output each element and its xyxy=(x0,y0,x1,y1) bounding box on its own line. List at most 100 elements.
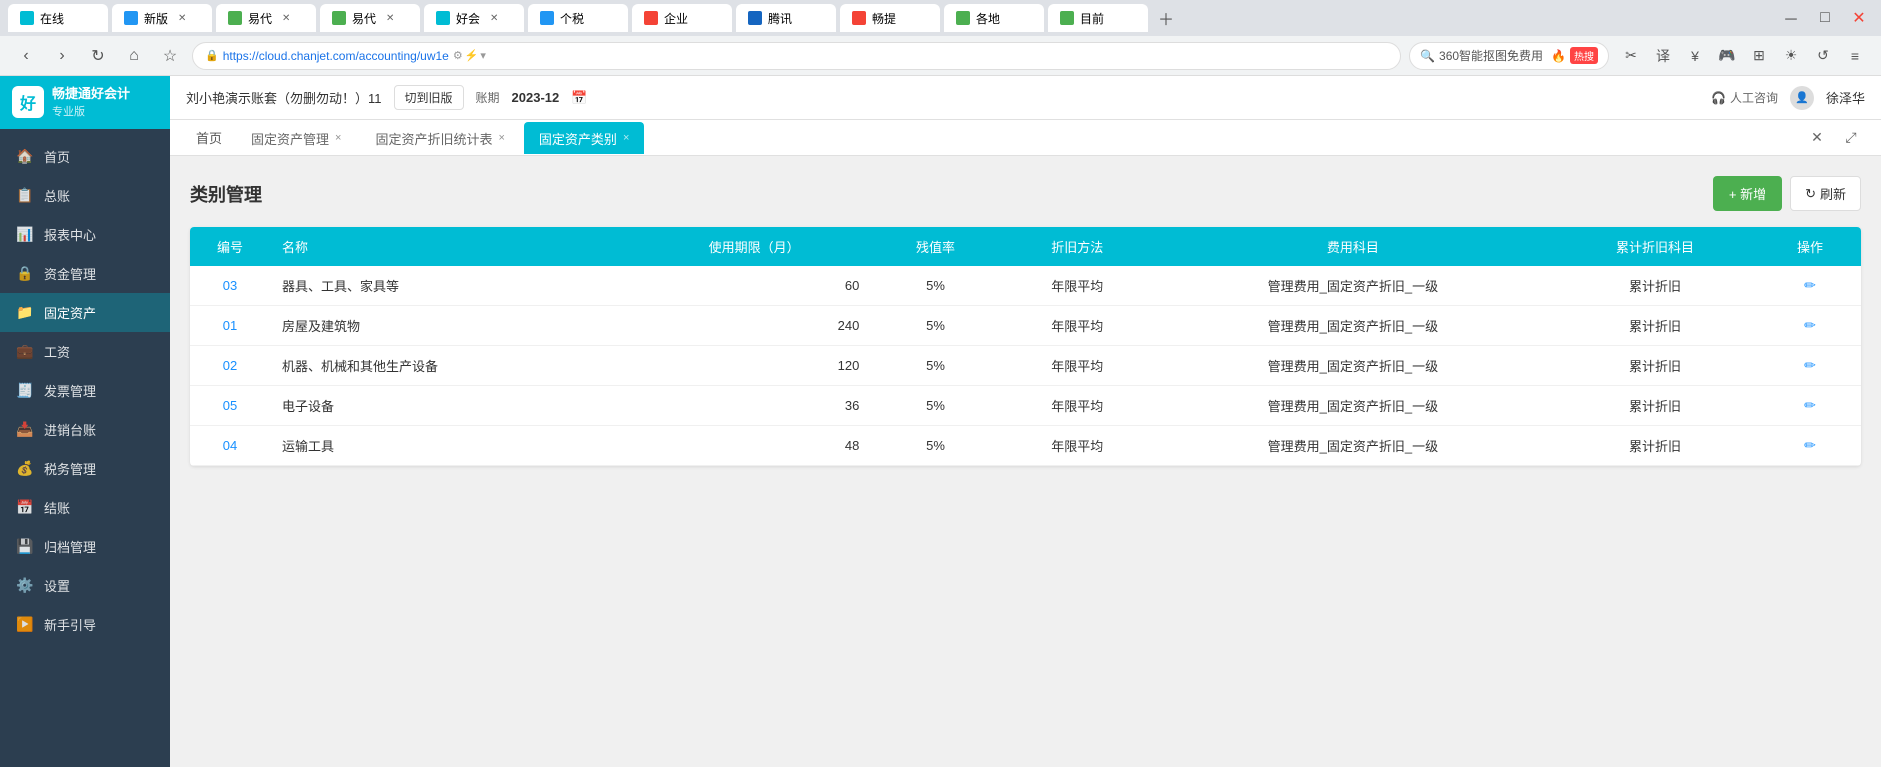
reload-button[interactable]: ↻ xyxy=(84,42,112,70)
cell-residual: 5% xyxy=(871,386,999,426)
tab-home[interactable]: 首页 xyxy=(186,122,232,153)
sidebar-item-tax[interactable]: 💰 税务管理 xyxy=(0,449,170,488)
sidebar-item-archive[interactable]: 💾 归档管理 xyxy=(0,527,170,566)
browser-tab-geshui[interactable]: 个税 xyxy=(528,4,628,32)
tab-asset-category[interactable]: 固定资产类别 × xyxy=(524,122,644,154)
edit-button[interactable]: ✏ xyxy=(1804,397,1816,414)
tab-fixed-assets-mgmt[interactable]: 固定资产管理 × xyxy=(236,122,356,154)
sidebar-item-purchase[interactable]: 📥 进销台账 xyxy=(0,410,170,449)
new-tab-button[interactable]: ＋ xyxy=(1152,4,1180,32)
refresh-button[interactable]: ↻ 刷新 xyxy=(1790,176,1861,211)
back-button[interactable]: ‹ xyxy=(12,42,40,70)
close-button[interactable]: ✕ xyxy=(1845,4,1873,32)
tab-close-fixed-assets-mgmt[interactable]: × xyxy=(335,132,341,144)
menu-btn[interactable]: ≡ xyxy=(1841,42,1869,70)
history-btn[interactable]: ↺ xyxy=(1809,42,1837,70)
wallet-btn[interactable]: ¥ xyxy=(1681,42,1709,70)
sidebar-item-invoice[interactable]: 🧾 发票管理 xyxy=(0,371,170,410)
sidebar-item-home[interactable]: 🏠 首页 xyxy=(0,137,170,176)
cell-code[interactable]: 05 xyxy=(190,386,270,426)
add-button[interactable]: + 新增 xyxy=(1713,176,1782,211)
service-button[interactable]: 🎧 人工咨询 xyxy=(1711,89,1778,106)
expand-panel-button[interactable]: ⤢ xyxy=(1837,124,1865,152)
page-tabs: 首页 固定资产管理 × 固定资产折旧统计表 × 固定资产类别 × ✕ ⤢ xyxy=(170,120,1881,156)
tab-close-category[interactable]: × xyxy=(623,132,629,144)
scissors-btn[interactable]: ✂ xyxy=(1617,42,1645,70)
edit-button[interactable]: ✏ xyxy=(1804,277,1816,294)
cell-code[interactable]: 03 xyxy=(190,266,270,306)
cell-method: 年限平均 xyxy=(1000,306,1155,346)
browser-tab-yidai1[interactable]: 易代 ✕ xyxy=(216,4,316,32)
bookmark-button[interactable]: ☆ xyxy=(156,42,184,70)
tab-depreciation-table[interactable]: 固定资产折旧统计表 × xyxy=(360,122,519,154)
sidebar-item-payroll[interactable]: 💼 工资 xyxy=(0,332,170,371)
maximize-button[interactable]: □ xyxy=(1811,4,1839,32)
browser-tab-gedi[interactable]: 各地 xyxy=(944,4,1044,32)
browser-tab-bar: 在线 新版 ✕ 易代 ✕ 易代 ✕ 好会 ✕ 个税 企业 腾讯 畅提 各地 xyxy=(0,0,1881,36)
edit-button[interactable]: ✏ xyxy=(1804,317,1816,334)
logo-icon: 好 xyxy=(12,86,44,118)
sidebar-item-capital[interactable]: 🔒 资金管理 xyxy=(0,254,170,293)
sidebar-nav: 🏠 首页 📋 总账 📊 报表中心 🔒 资金管理 📁 固定资产 💼 工资 xyxy=(0,129,170,767)
minimize-button[interactable]: － xyxy=(1777,4,1805,32)
forward-button[interactable]: › xyxy=(48,42,76,70)
fire-icon: 🔥 xyxy=(1551,49,1566,63)
address-bar[interactable]: 🔒 https://cloud.chanjet.com/accounting/u… xyxy=(192,42,1401,70)
sidebar-item-reports[interactable]: 📊 报表中心 xyxy=(0,215,170,254)
browser-tab-changti[interactable]: 畅提 xyxy=(840,4,940,32)
cell-code[interactable]: 04 xyxy=(190,426,270,466)
browser-toolbar: ‹ › ↻ ⌂ ☆ 🔒 https://cloud.chanjet.com/ac… xyxy=(0,36,1881,76)
cell-action: ✏ xyxy=(1759,426,1861,466)
col-name: 名称 xyxy=(270,227,637,266)
edit-button[interactable]: ✏ xyxy=(1804,357,1816,374)
cell-code[interactable]: 02 xyxy=(190,346,270,386)
browser-tab-online[interactable]: 在线 xyxy=(8,4,108,32)
cell-expense: 管理费用_固定资产折旧_一级 xyxy=(1155,426,1551,466)
cell-residual: 5% xyxy=(871,306,999,346)
browser-tab-new[interactable]: 新版 ✕ xyxy=(112,4,212,32)
sidebar-item-guide[interactable]: ▶️ 新手引导 xyxy=(0,605,170,644)
edit-button[interactable]: ✏ xyxy=(1804,437,1816,454)
cell-depreciation: 累计折旧 xyxy=(1551,306,1759,346)
invoice-icon: 🧾 xyxy=(16,382,34,399)
cell-name: 机器、机械和其他生产设备 xyxy=(270,346,637,386)
switch-version-button[interactable]: 切到旧版 xyxy=(394,85,464,110)
browser-tab-haohui[interactable]: 好会 ✕ xyxy=(424,4,524,32)
capital-icon: 🔒 xyxy=(16,265,34,282)
sidebar-item-ledger[interactable]: 📋 总账 xyxy=(0,176,170,215)
sidebar-item-settings[interactable]: ⚙️ 设置 xyxy=(0,566,170,605)
archive-icon: 💾 xyxy=(16,538,34,555)
cell-code[interactable]: 01 xyxy=(190,306,270,346)
tab-close-btn[interactable]: ✕ xyxy=(386,13,394,24)
cell-period: 240 xyxy=(637,306,871,346)
tab-close-btn[interactable]: ✕ xyxy=(178,13,186,24)
col-residual: 残值率 xyxy=(871,227,999,266)
browser-tab-tengxun[interactable]: 腾讯 xyxy=(736,4,836,32)
grid-btn[interactable]: ⊞ xyxy=(1745,42,1773,70)
category-table: 编号 名称 使用期限（月） 残值率 折旧方法 费用科目 累计折旧科目 操作 03… xyxy=(190,227,1861,466)
brightness-btn[interactable]: ☀ xyxy=(1777,42,1805,70)
tab-close-btn[interactable]: ✕ xyxy=(490,13,498,24)
home-button[interactable]: ⌂ xyxy=(120,42,148,70)
sidebar-item-fixed-assets[interactable]: 📁 固定资产 xyxy=(0,293,170,332)
browser-tab-qiye[interactable]: 企业 xyxy=(632,4,732,32)
calendar-icon[interactable]: 📅 xyxy=(571,90,587,106)
cell-action: ✏ xyxy=(1759,346,1861,386)
header-right: 🎧 人工咨询 👤 徐泽华 xyxy=(1711,86,1865,110)
browser-tab-muqian[interactable]: 目前 xyxy=(1048,4,1148,32)
search-bar[interactable]: 🔍 360智能抠图免费用 🔥 热搜 xyxy=(1409,42,1609,70)
sidebar-item-closing[interactable]: 📅 结账 xyxy=(0,488,170,527)
tab-close-depreciation[interactable]: × xyxy=(498,132,504,144)
cell-name: 电子设备 xyxy=(270,386,637,426)
payroll-icon: 💼 xyxy=(16,343,34,360)
col-action: 操作 xyxy=(1759,227,1861,266)
cell-name: 器具、工具、家具等 xyxy=(270,266,637,306)
translate-btn[interactable]: 译 xyxy=(1649,42,1677,70)
close-panel-button[interactable]: ✕ xyxy=(1803,124,1831,152)
game-btn[interactable]: 🎮 xyxy=(1713,42,1741,70)
cell-action: ✏ xyxy=(1759,386,1861,426)
cell-period: 60 xyxy=(637,266,871,306)
browser-tab-yidai2[interactable]: 易代 ✕ xyxy=(320,4,420,32)
tab-close-btn[interactable]: ✕ xyxy=(282,13,290,24)
table-header: 编号 名称 使用期限（月） 残值率 折旧方法 费用科目 累计折旧科目 操作 xyxy=(190,227,1861,266)
